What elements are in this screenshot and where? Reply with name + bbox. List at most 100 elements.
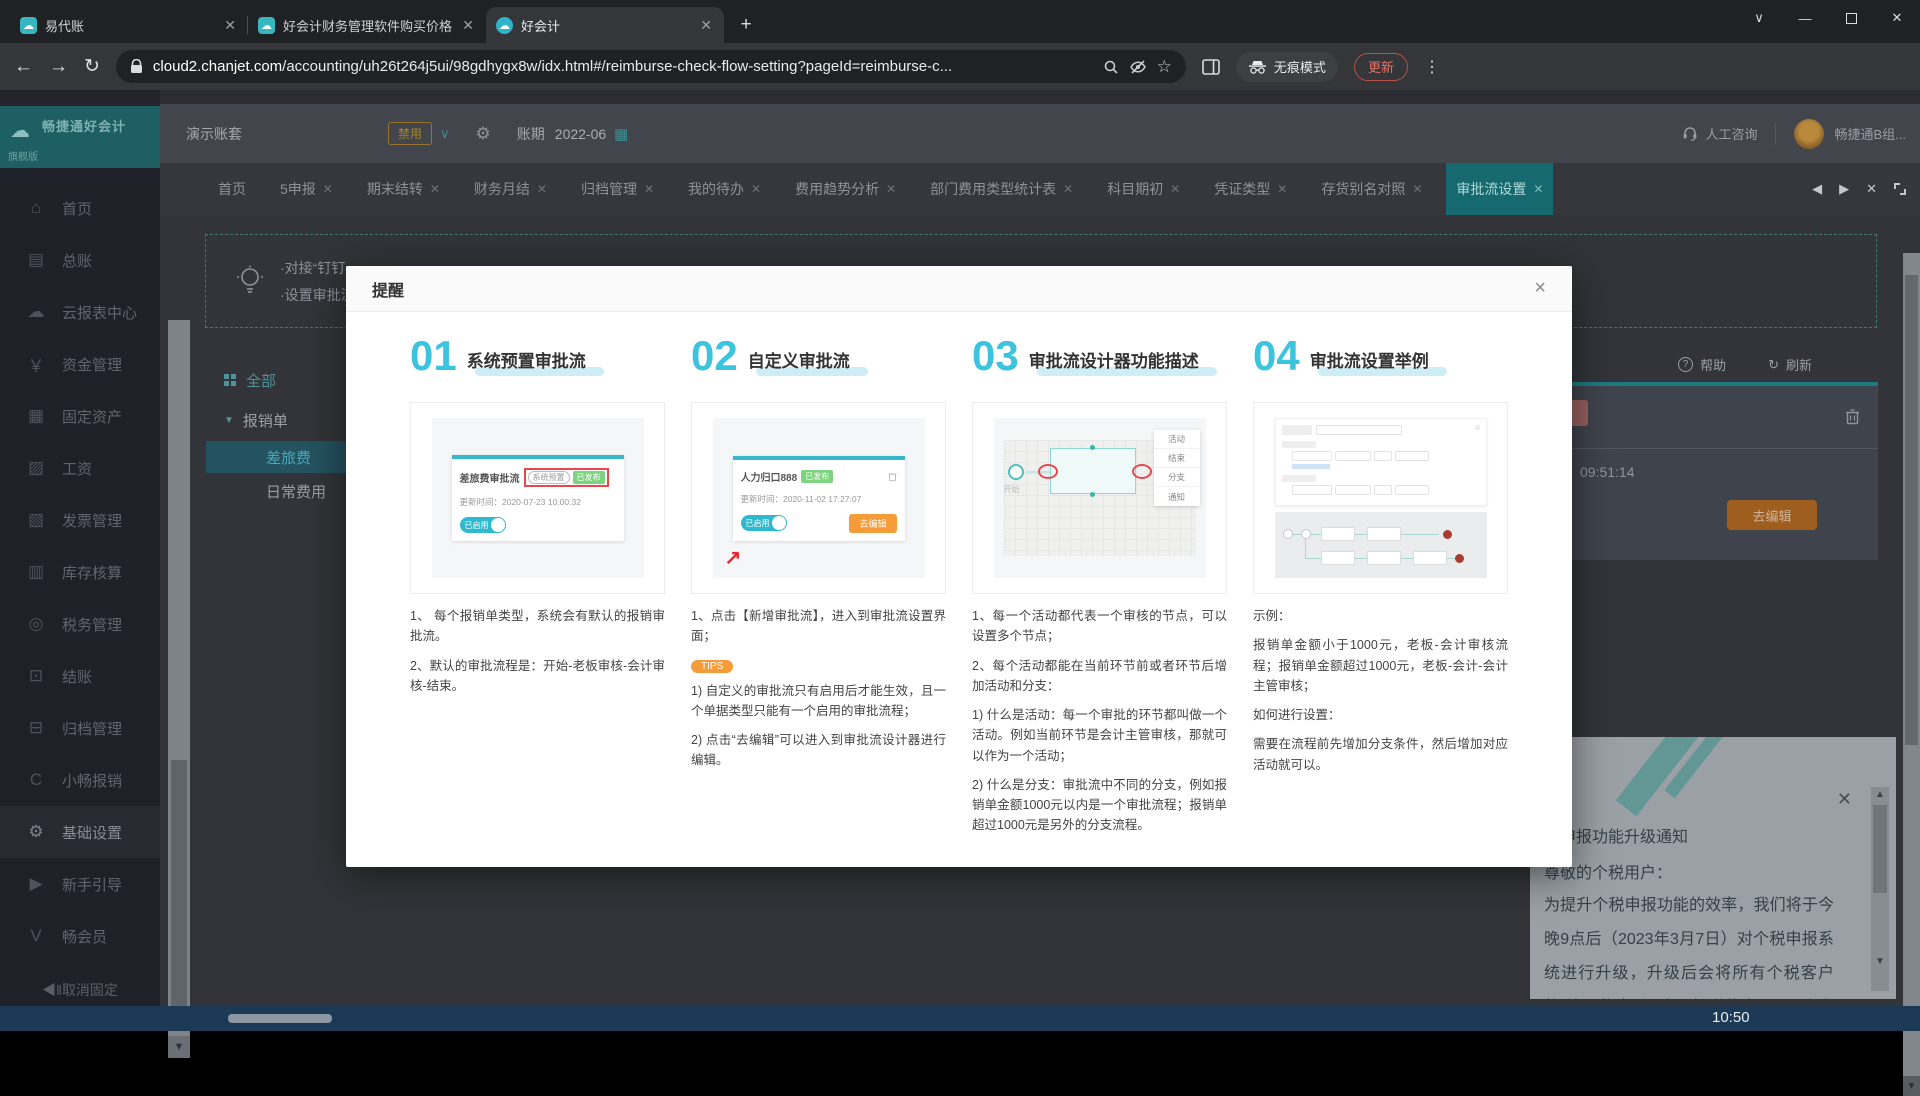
side-panel-icon[interactable]: [1202, 59, 1220, 75]
notice-scrollbar[interactable]: ▲ ▼: [1871, 787, 1889, 991]
scroll-tabs-right-icon[interactable]: ▶: [1839, 181, 1849, 197]
sidebar-item-fixed-assets[interactable]: ▦固定资产: [0, 390, 160, 442]
scrollbar-thumb[interactable]: [1905, 275, 1918, 745]
sidebar-item-invoice[interactable]: ▧发票管理: [0, 494, 160, 546]
tab-label: 我的待办: [688, 179, 744, 199]
bookmark-star-icon[interactable]: ☆: [1157, 57, 1172, 77]
update-browser-button[interactable]: 更新: [1354, 53, 1408, 81]
tab-todo[interactable]: 我的待办 ✕: [678, 163, 771, 215]
sidebar-item-closing[interactable]: ⊡结账: [0, 650, 160, 702]
trash-icon[interactable]: [1845, 408, 1860, 425]
sidebar-item-inventory[interactable]: ▥库存核算: [0, 546, 160, 598]
tab-voucher-type[interactable]: 凭证类型 ✕: [1204, 163, 1297, 215]
tab-close-icon[interactable]: ✕: [644, 182, 654, 196]
tab-approval-flow-settings[interactable]: 审批流设置✕: [1446, 163, 1553, 215]
tab-dept-expense-stats[interactable]: 部门费用类型统计表✕: [920, 163, 1083, 215]
tab-period-end-carryover[interactable]: 期末结转✕: [357, 163, 450, 215]
panel-scrollbar[interactable]: ▼: [168, 320, 190, 1058]
section-text: 示例： 报销单金额小于1000元，老板-会计审核流程；报销单金额超过1000元，…: [1253, 606, 1508, 775]
sidebar-item-tax[interactable]: ◎税务管理: [0, 598, 160, 650]
user-name[interactable]: 畅捷通B组...: [1834, 124, 1906, 143]
refresh-button[interactable]: ↻ 刷新: [1768, 355, 1812, 374]
tab-close-icon[interactable]: ✕: [698, 17, 714, 34]
tab-close-icon[interactable]: ✕: [751, 182, 761, 196]
close-window-button[interactable]: ✕: [1874, 0, 1920, 36]
scroll-up-icon[interactable]: ▲: [1871, 789, 1889, 800]
support-link[interactable]: 人工咨询: [1682, 124, 1757, 143]
eye-blocked-icon[interactable]: [1129, 59, 1147, 75]
tab-close-icon[interactable]: ✕: [1170, 182, 1180, 196]
scroll-down-icon[interactable]: ▼: [1871, 956, 1889, 967]
tab-close-icon[interactable]: ✕: [1277, 182, 1287, 196]
help-button[interactable]: ? 帮助: [1678, 355, 1726, 374]
menu-item: 结束: [1154, 449, 1200, 468]
tab-declare[interactable]: 5申报✕: [270, 163, 343, 215]
address-bar[interactable]: cloud2.chanjet.com/accounting/uh26t264j5…: [116, 50, 1186, 83]
tab-archive[interactable]: 归档管理✕: [571, 163, 664, 215]
notice-close-icon[interactable]: ✕: [1837, 789, 1852, 810]
tips-badge: TIPS: [691, 660, 733, 673]
settings-gear-icon[interactable]: ⚙: [476, 124, 491, 144]
paragraph: 1) 什么是活动：每一个审批的环节都叫做一个活动。例如当前环节是会计主管审核，那…: [972, 705, 1227, 766]
search-icon[interactable]: [1103, 59, 1119, 75]
avatar[interactable]: [1794, 119, 1824, 149]
maximize-button[interactable]: [1828, 0, 1874, 36]
modal-close-icon[interactable]: ×: [1534, 277, 1546, 300]
tab-home[interactable]: 首页: [208, 163, 256, 215]
sidebar-item-cloud-reports[interactable]: ☁云报表中心: [0, 286, 160, 338]
fullscreen-icon[interactable]: [1894, 183, 1906, 195]
sidebar-item-beginner-guide[interactable]: ▶新手引导: [0, 858, 160, 910]
url-text[interactable]: cloud2.chanjet.com/accounting/uh26t264j5…: [153, 58, 1093, 75]
sidebar-item-membership[interactable]: V畅会员: [0, 910, 160, 962]
browser-menu-icon[interactable]: ⋮: [1424, 57, 1440, 77]
tab-close-icon[interactable]: ✕: [323, 182, 333, 196]
period-value[interactable]: 2022-06: [555, 126, 606, 142]
chevron-down-icon[interactable]: ∨: [440, 126, 450, 142]
tab-account-initial[interactable]: 科目期初 ✕: [1097, 163, 1190, 215]
close-all-tabs-icon[interactable]: ✕: [1866, 181, 1877, 197]
browser-tab-yidaizhang[interactable]: ☁ 易代账 ✕: [10, 7, 248, 43]
tab-search-icon[interactable]: ∨: [1736, 0, 1782, 36]
scrollbar-thumb[interactable]: [1873, 805, 1887, 893]
taskbar-scrollbar-thumb[interactable]: [228, 1014, 332, 1023]
page-scrollbar[interactable]: ▼: [1903, 253, 1920, 1096]
browser-tab-haokuaiji-active[interactable]: ☁ 好会计 ✕: [486, 7, 724, 43]
section-number: 01: [410, 336, 457, 376]
sidebar-item-funds[interactable]: ￥资金管理: [0, 338, 160, 390]
scrollbar-thumb[interactable]: [171, 760, 187, 1020]
tab-close-icon[interactable]: ✕: [430, 182, 440, 196]
new-tab-button[interactable]: +: [732, 11, 760, 39]
tab-inventory-alias[interactable]: 存货别名对照✕: [1311, 163, 1432, 215]
tab-close-icon[interactable]: ✕: [537, 182, 547, 196]
unpin-sidebar-button[interactable]: ◀‖取消固定: [0, 980, 160, 1000]
tab-close-icon[interactable]: ✕: [1412, 182, 1422, 196]
sidebar-item-basic-settings[interactable]: ⚙基础设置: [0, 806, 160, 858]
calendar-icon[interactable]: ▦: [614, 125, 628, 143]
reload-icon[interactable]: ↻: [84, 55, 100, 78]
sidebar-item-xiaochang-reimburse[interactable]: C小畅报销: [0, 754, 160, 806]
paragraph: 2) 点击“去编辑”可以进入到审批流设计器进行编辑。: [691, 730, 946, 771]
forward-icon[interactable]: →: [49, 56, 68, 78]
scroll-down-icon[interactable]: ▼: [168, 1036, 190, 1058]
scroll-tabs-left-icon[interactable]: ◀: [1812, 181, 1822, 197]
sidebar-item-general-ledger[interactable]: ▤总账: [0, 234, 160, 286]
tab-expense-trend[interactable]: 费用趋势分析✕: [785, 163, 906, 215]
sidebar-item-payroll[interactable]: ▨工资: [0, 442, 160, 494]
tab-label: 凭证类型: [1214, 179, 1270, 199]
tab-label: 科目期初: [1107, 179, 1163, 199]
minimize-button[interactable]: —: [1782, 0, 1828, 36]
sidebar-item-archive[interactable]: ⊟归档管理: [0, 702, 160, 754]
tab-close-icon[interactable]: ✕: [1063, 182, 1073, 196]
browser-tab-haokuaiji-pricing[interactable]: ☁ 好会计财务管理软件购买价格及优 ✕: [248, 7, 486, 43]
tab-close-icon[interactable]: ✕: [222, 17, 238, 34]
go-edit-button[interactable]: 去编辑: [1727, 500, 1817, 530]
sidebar-item-home[interactable]: ⌂首页: [0, 182, 160, 234]
scroll-down-icon[interactable]: ▼: [1903, 1076, 1920, 1096]
tab-close-icon[interactable]: ✕: [460, 17, 476, 34]
back-icon[interactable]: ←: [14, 56, 33, 78]
tab-close-icon[interactable]: ✕: [1533, 182, 1543, 196]
browser-tab-title: 好会计: [521, 16, 690, 35]
tab-close-icon[interactable]: ✕: [886, 182, 896, 196]
tab-monthly-close[interactable]: 财务月结✕: [464, 163, 557, 215]
browser-tab-title: 易代账: [45, 16, 214, 35]
